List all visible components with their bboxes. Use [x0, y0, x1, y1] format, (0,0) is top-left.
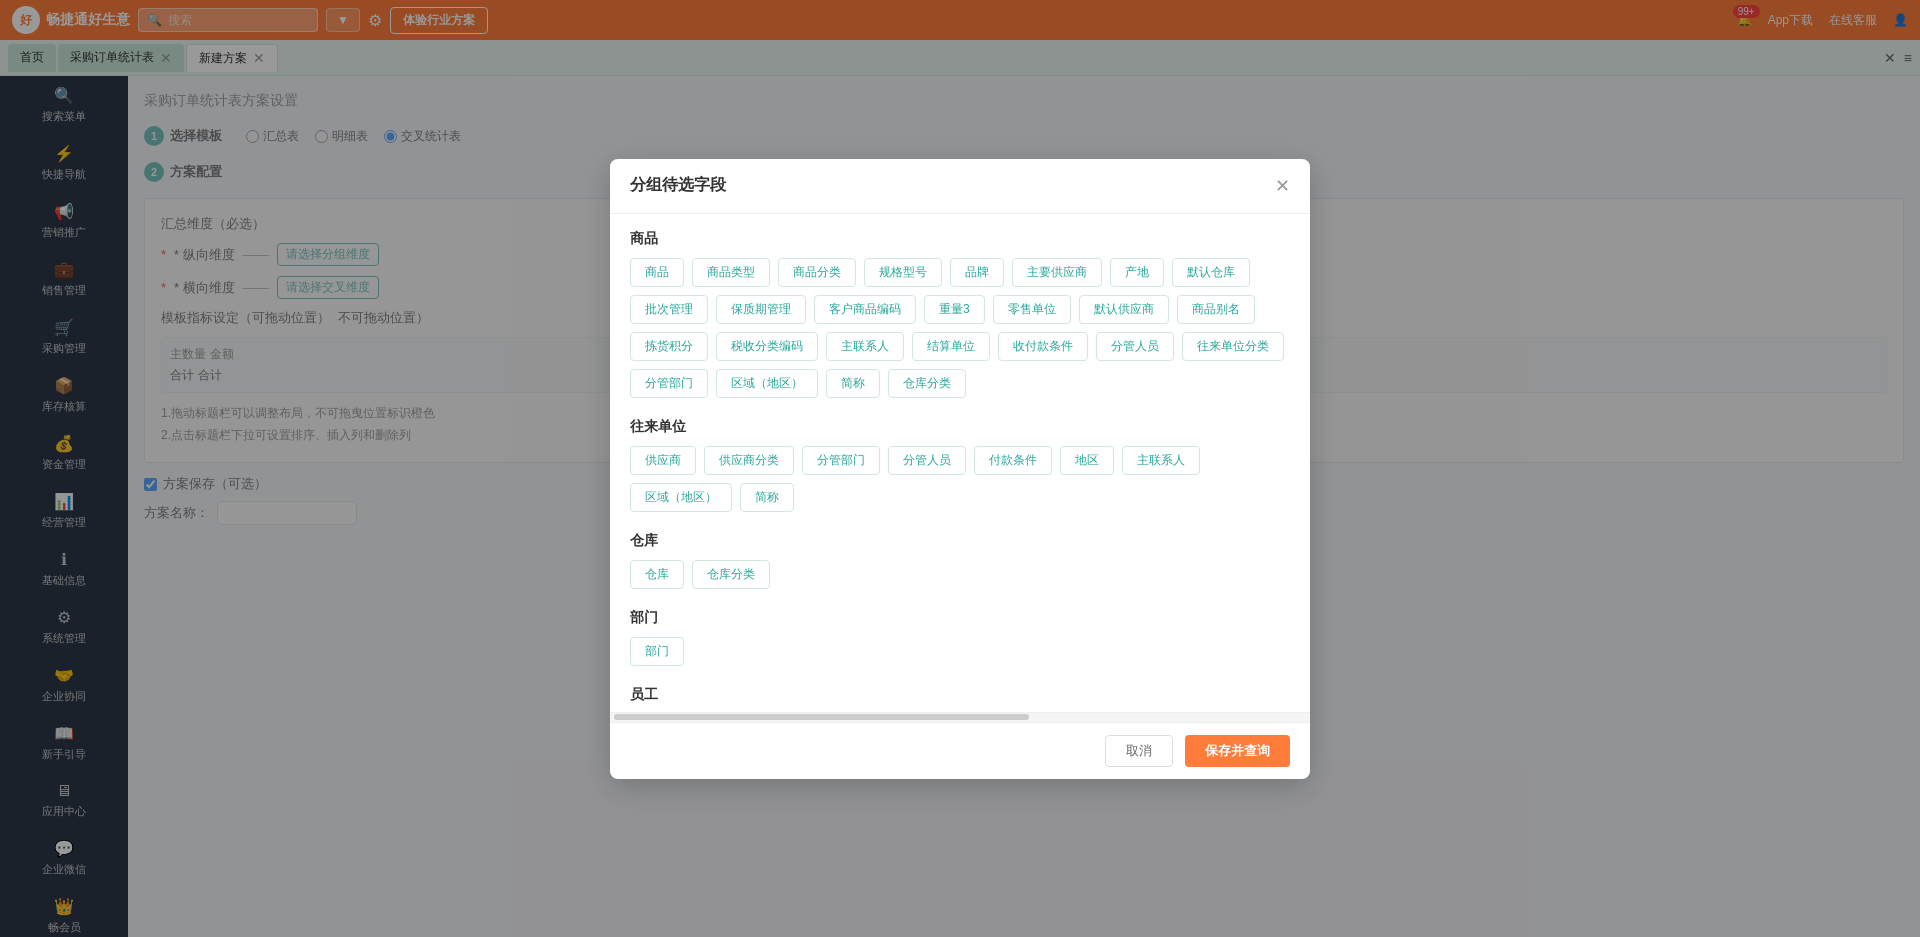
group-title-warehouse: 仓库	[630, 532, 1290, 550]
field-group-product: 商品 商品 商品类型 商品分类 规格型号 品牌 主要供应商 产地 默认仓库 批次…	[630, 230, 1290, 398]
counterparty-tags: 供应商 供应商分类 分管部门 分管人员 付款条件 地区 主联系人 区域（地区） …	[630, 446, 1290, 512]
tag-product-25[interactable]: 仓库分类	[888, 369, 966, 398]
product-tags: 商品 商品类型 商品分类 规格型号 品牌 主要供应商 产地 默认仓库 批次管理 …	[630, 258, 1290, 398]
field-group-dept: 部门 部门	[630, 609, 1290, 666]
group-title-dept: 部门	[630, 609, 1290, 627]
group-title-counterparty: 往来单位	[630, 418, 1290, 436]
tag-product-15[interactable]: 拣货积分	[630, 332, 708, 361]
dialog-close-button[interactable]: ✕	[1275, 175, 1290, 197]
tag-cp-0[interactable]: 供应商	[630, 446, 696, 475]
dept-tags: 部门	[630, 637, 1290, 666]
tag-product-13[interactable]: 默认供应商	[1079, 295, 1169, 324]
tag-cp-1[interactable]: 供应商分类	[704, 446, 794, 475]
tag-product-24[interactable]: 简称	[826, 369, 880, 398]
group-title-product: 商品	[630, 230, 1290, 248]
dialog-footer: 取消 保存并查询	[610, 722, 1310, 779]
tag-product-4[interactable]: 品牌	[950, 258, 1004, 287]
field-group-counterparty: 往来单位 供应商 供应商分类 分管部门 分管人员 付款条件 地区 主联系人 区域…	[630, 418, 1290, 512]
tag-cp-7[interactable]: 区域（地区）	[630, 483, 732, 512]
tag-product-8[interactable]: 批次管理	[630, 295, 708, 324]
tag-cp-5[interactable]: 地区	[1060, 446, 1114, 475]
tag-cp-3[interactable]: 分管人员	[888, 446, 966, 475]
tag-wh-1[interactable]: 仓库分类	[692, 560, 770, 589]
dialog-body: 商品 商品 商品类型 商品分类 规格型号 品牌 主要供应商 产地 默认仓库 批次…	[610, 214, 1310, 712]
tag-product-11[interactable]: 重量3	[924, 295, 985, 324]
tag-product-19[interactable]: 收付款条件	[998, 332, 1088, 361]
tag-product-9[interactable]: 保质期管理	[716, 295, 806, 324]
dialog-header: 分组待选字段 ✕	[610, 159, 1310, 214]
tag-cp-8[interactable]: 简称	[740, 483, 794, 512]
tag-dept-0[interactable]: 部门	[630, 637, 684, 666]
tag-product-10[interactable]: 客户商品编码	[814, 295, 916, 324]
tag-product-7[interactable]: 默认仓库	[1172, 258, 1250, 287]
tag-wh-0[interactable]: 仓库	[630, 560, 684, 589]
tag-cp-4[interactable]: 付款条件	[974, 446, 1052, 475]
cancel-button[interactable]: 取消	[1105, 735, 1173, 767]
tag-product-1[interactable]: 商品类型	[692, 258, 770, 287]
tag-product-2[interactable]: 商品分类	[778, 258, 856, 287]
tag-product-14[interactable]: 商品别名	[1177, 295, 1255, 324]
dialog: 分组待选字段 ✕ 商品 商品 商品类型 商品分类 规格型号 品牌 主要供应商 产…	[610, 159, 1310, 779]
warehouse-tags: 仓库 仓库分类	[630, 560, 1290, 589]
confirm-button[interactable]: 保存并查询	[1185, 735, 1290, 767]
tag-product-23[interactable]: 区域（地区）	[716, 369, 818, 398]
tag-cp-2[interactable]: 分管部门	[802, 446, 880, 475]
tag-product-0[interactable]: 商品	[630, 258, 684, 287]
tag-product-5[interactable]: 主要供应商	[1012, 258, 1102, 287]
tag-cp-6[interactable]: 主联系人	[1122, 446, 1200, 475]
dialog-scroll-bottom[interactable]	[610, 712, 1310, 722]
tag-product-3[interactable]: 规格型号	[864, 258, 942, 287]
tag-product-20[interactable]: 分管人员	[1096, 332, 1174, 361]
tag-product-22[interactable]: 分管部门	[630, 369, 708, 398]
dialog-title: 分组待选字段	[630, 175, 726, 196]
tag-product-16[interactable]: 税收分类编码	[716, 332, 818, 361]
tag-product-21[interactable]: 往来单位分类	[1182, 332, 1284, 361]
tag-product-17[interactable]: 主联系人	[826, 332, 904, 361]
tag-product-18[interactable]: 结算单位	[912, 332, 990, 361]
dialog-overlay: 分组待选字段 ✕ 商品 商品 商品类型 商品分类 规格型号 品牌 主要供应商 产…	[0, 0, 1920, 937]
field-group-employee: 员工 业务员	[630, 686, 1290, 712]
group-title-employee: 员工	[630, 686, 1290, 704]
tag-product-6[interactable]: 产地	[1110, 258, 1164, 287]
field-group-warehouse: 仓库 仓库 仓库分类	[630, 532, 1290, 589]
horizontal-scrollbar-thumb[interactable]	[614, 714, 1029, 720]
tag-product-12[interactable]: 零售单位	[993, 295, 1071, 324]
